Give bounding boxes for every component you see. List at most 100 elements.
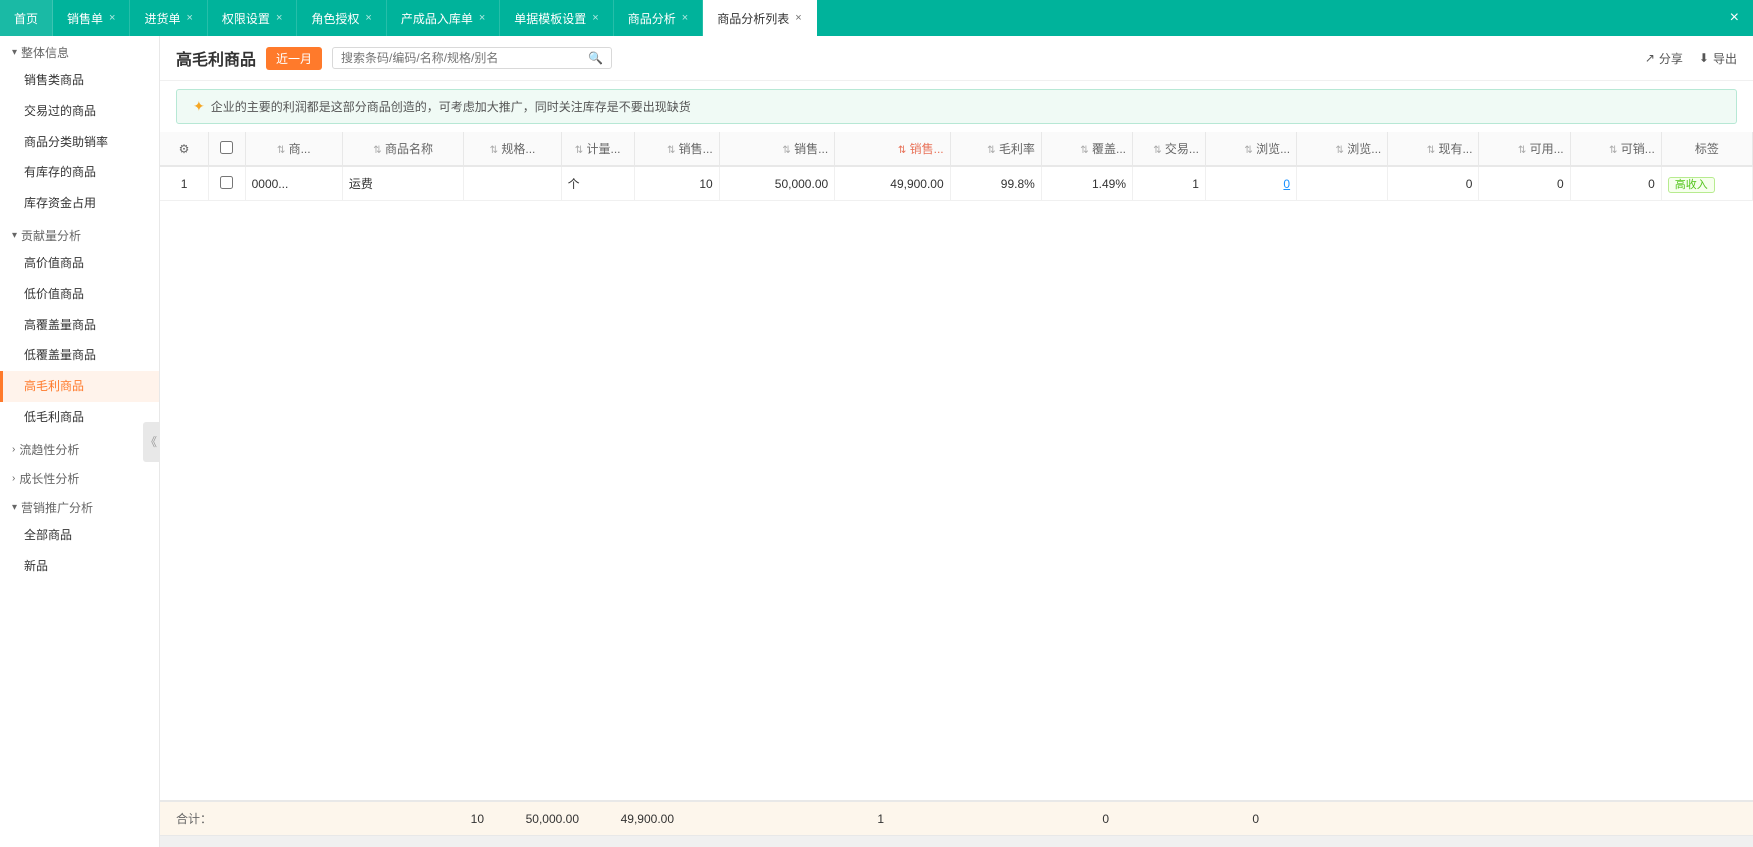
close-roles-tab[interactable]: ×: [365, 12, 371, 24]
sidebar-item-new-goods[interactable]: 新品: [0, 551, 159, 582]
table-container[interactable]: ⚙ ⇅ 商... ⇅ 商品名称 ⇅ 规格... ⇅ 计量... ⇅ 销售... …: [160, 132, 1753, 800]
sidebar-group-trend[interactable]: › 流趋性分析: [0, 433, 159, 462]
export-btn[interactable]: ⬇ 导出: [1699, 50, 1737, 67]
th-checkbox[interactable]: [209, 132, 245, 166]
nav-tab-permissions[interactable]: 权限设置 ×: [208, 0, 297, 36]
th-browse1[interactable]: ⇅ 浏览...: [1205, 132, 1296, 166]
close-inventory-tab[interactable]: ×: [479, 12, 485, 24]
sort-icon: ⇅: [277, 145, 285, 156]
th-trade[interactable]: ⇅ 交易...: [1133, 132, 1206, 166]
close-permissions-tab[interactable]: ×: [276, 12, 282, 24]
sort-icon-b2: ⇅: [1336, 145, 1344, 156]
nav-tab-purchase[interactable]: 进货单 ×: [130, 0, 207, 36]
th-browse2[interactable]: ⇅ 浏览...: [1297, 132, 1388, 166]
top-nav: 首页 销售单 × 进货单 × 权限设置 × 角色授权 × 产成品入库单 × 单据…: [0, 0, 1753, 36]
cell-saleable: 0: [1570, 166, 1661, 201]
main-layout: ▾ 整体信息 销售类商品 交易过的商品 商品分类助销率 有库存的商品 库存资金占…: [0, 36, 1753, 847]
search-icon[interactable]: 🔍: [588, 51, 603, 65]
share-icon: ↗: [1645, 51, 1655, 65]
sidebar-item-category-rate[interactable]: 商品分类助销率: [0, 127, 159, 158]
cell-browse1[interactable]: 0: [1205, 166, 1296, 201]
th-stock2[interactable]: ⇅ 可用...: [1479, 132, 1570, 166]
close-analysis-tab[interactable]: ×: [682, 12, 688, 24]
share-btn[interactable]: ↗ 分享: [1645, 50, 1683, 67]
sidebar-group-contribution[interactable]: ▾ 贡献量分析: [0, 219, 159, 248]
sidebar-collapse-btn[interactable]: 《: [143, 422, 159, 462]
sort-icon-name: ⇅: [373, 145, 381, 156]
th-tag[interactable]: 标签: [1661, 132, 1752, 166]
sidebar-item-sales-goods[interactable]: 销售类商品: [0, 65, 159, 96]
cell-browse2: [1297, 166, 1388, 201]
table-row: 1 0000... 运费 个 10 50,000.00 49,900.00 99…: [160, 166, 1753, 201]
cell-check[interactable]: [209, 166, 245, 201]
cell-num: 1: [160, 166, 209, 201]
sidebar-item-high-value[interactable]: 高价值商品: [0, 248, 159, 279]
sidebar-item-low-value[interactable]: 低价值商品: [0, 279, 159, 310]
th-coverage[interactable]: ⇅ 覆盖...: [1041, 132, 1132, 166]
row-checkbox[interactable]: [220, 176, 233, 189]
footer-trade: 1: [830, 812, 890, 826]
select-all-checkbox[interactable]: [220, 141, 233, 154]
group-arrow-trend: ›: [12, 444, 15, 455]
group-arrow-marketing: ▾: [12, 502, 17, 513]
sidebar-item-stock-capital[interactable]: 库存资金占用: [0, 188, 159, 219]
sidebar-group-overview[interactable]: ▾ 整体信息: [0, 36, 159, 65]
th-stock1[interactable]: ⇅ 现有...: [1388, 132, 1479, 166]
group-arrow-contribution: ▾: [12, 230, 17, 241]
cell-code: 0000...: [245, 166, 342, 201]
footer-sales-gross: 49,900.00: [585, 812, 680, 826]
nav-tab-roles[interactable]: 角色授权 ×: [297, 0, 386, 36]
sidebar-item-low-coverage[interactable]: 低覆盖量商品: [0, 340, 159, 371]
th-sales-gross[interactable]: ⇅ 销售...: [835, 132, 950, 166]
th-saleable[interactable]: ⇅ 可销...: [1570, 132, 1661, 166]
th-gross-rate[interactable]: ⇅ 毛利率: [950, 132, 1041, 166]
close-template-tab[interactable]: ×: [592, 12, 598, 24]
sort-icon-sal: ⇅: [1609, 145, 1617, 156]
sidebar-group-growth[interactable]: › 成长性分析: [0, 462, 159, 491]
cell-tag: 高收入: [1661, 166, 1752, 201]
th-code[interactable]: ⇅ 商...: [245, 132, 342, 166]
filter-recent-month-btn[interactable]: 近一月: [266, 47, 322, 70]
sidebar-item-low-margin[interactable]: 低毛利商品: [0, 402, 159, 433]
th-sales-qty[interactable]: ⇅ 销售...: [634, 132, 719, 166]
th-unit[interactable]: ⇅ 计量...: [561, 132, 634, 166]
cell-name: 运费: [342, 166, 464, 201]
nav-tab-sales[interactable]: 销售单 ×: [53, 0, 130, 36]
close-purchase-tab[interactable]: ×: [186, 12, 192, 24]
sort-icon-gr: ⇅: [987, 145, 995, 156]
tag-badge: 高收入: [1668, 177, 1715, 193]
export-icon: ⬇: [1699, 51, 1709, 65]
footer-sales-amt: 50,000.00: [490, 812, 585, 826]
cell-stock1: 0: [1388, 166, 1479, 201]
close-analysis-list-tab[interactable]: ×: [795, 12, 801, 24]
info-banner: ✦ 企业的主要的利润都是这部分商品创造的，可考虑加大推广，同时关注库存是不要出现…: [176, 89, 1737, 124]
sort-icon-s1: ⇅: [1427, 145, 1435, 156]
search-input[interactable]: [341, 51, 584, 65]
content-header: 高毛利商品 近一月 🔍 ↗ 分享 ⬇ 导出: [160, 36, 1753, 81]
sidebar-group-marketing[interactable]: ▾ 营销推广分析: [0, 491, 159, 520]
sort-icon-spec: ⇅: [490, 145, 498, 156]
sort-icon-sq: ⇅: [667, 145, 675, 156]
nav-tab-home[interactable]: 首页: [0, 0, 53, 36]
horizontal-scrollbar[interactable]: [160, 835, 1753, 847]
nav-tab-inventory[interactable]: 产成品入库单 ×: [387, 0, 500, 36]
info-banner-text: 企业的主要的利润都是这部分商品创造的，可考虑加大推广，同时关注库存是不要出现缺货: [211, 98, 691, 115]
th-spec[interactable]: ⇅ 规格...: [464, 132, 561, 166]
sidebar-item-all-goods[interactable]: 全部商品: [0, 520, 159, 551]
sidebar-item-high-margin[interactable]: 高毛利商品: [0, 371, 159, 402]
sidebar-item-traded-goods[interactable]: 交易过的商品: [0, 96, 159, 127]
close-all-tabs[interactable]: ×: [1716, 9, 1753, 27]
sidebar-item-high-coverage[interactable]: 高覆盖量商品: [0, 310, 159, 341]
cell-sales-amt: 50,000.00: [719, 166, 834, 201]
cell-sales-qty: 10: [634, 166, 719, 201]
sidebar-item-stocked-goods[interactable]: 有库存的商品: [0, 157, 159, 188]
nav-tab-analysis-list[interactable]: 商品分析列表 ×: [703, 0, 816, 36]
th-sales-amt[interactable]: ⇅ 销售...: [719, 132, 834, 166]
th-name[interactable]: ⇅ 商品名称: [342, 132, 464, 166]
th-settings[interactable]: ⚙: [160, 132, 209, 166]
cell-spec: [464, 166, 561, 201]
group-arrow-overview: ▾: [12, 47, 17, 58]
close-sales-tab[interactable]: ×: [109, 12, 115, 24]
nav-tab-template[interactable]: 单据模板设置 ×: [500, 0, 613, 36]
nav-tab-analysis[interactable]: 商品分析 ×: [614, 0, 703, 36]
